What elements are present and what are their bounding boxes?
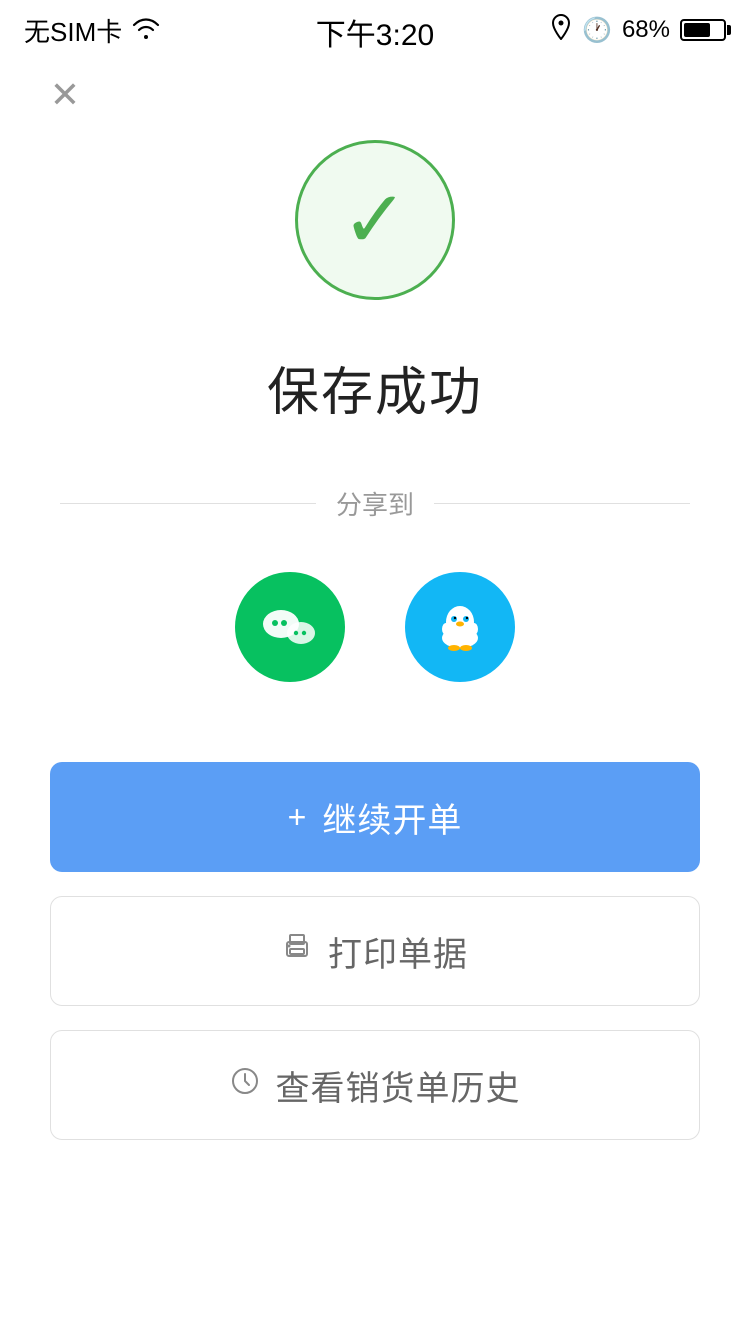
- status-right: 🕐 68%: [550, 14, 726, 47]
- history-button[interactable]: 查看销货单历史: [50, 1030, 700, 1140]
- wechat-share-button[interactable]: [235, 572, 345, 682]
- carrier-text: 无SIM卡: [24, 12, 122, 49]
- main-content: ✓ 保存成功 分享到: [0, 60, 750, 1140]
- continue-button[interactable]: + 继续开单: [50, 762, 700, 872]
- history-icon: [230, 1066, 260, 1104]
- share-icons: [60, 572, 690, 682]
- history-label: 查看销货单历史: [276, 1061, 521, 1110]
- location-icon: [550, 14, 572, 47]
- plus-icon: +: [288, 799, 307, 836]
- wifi-icon: [132, 15, 160, 46]
- status-left: 无SIM卡: [24, 12, 160, 49]
- continue-label: 继续开单: [322, 793, 462, 842]
- battery-icon: [680, 19, 726, 41]
- qq-icon: [429, 596, 491, 658]
- close-button[interactable]: ✕: [40, 70, 90, 120]
- check-icon: ✓: [341, 180, 408, 260]
- success-title: 保存成功: [267, 350, 483, 425]
- alarm-icon: 🕐: [582, 16, 612, 45]
- share-section: 分享到: [0, 485, 750, 682]
- share-divider: 分享到: [60, 485, 690, 522]
- action-buttons: + 继续开单 打印单据 查看销货单历史: [0, 762, 750, 1140]
- wechat-icon: [255, 592, 325, 662]
- status-time: 下午3:20: [316, 10, 434, 54]
- battery-percent: 68%: [622, 16, 670, 44]
- divider-line-right: [434, 503, 690, 504]
- divider-line-left: [60, 503, 316, 504]
- print-button[interactable]: 打印单据: [50, 896, 700, 1006]
- close-icon: ✕: [50, 74, 80, 116]
- success-circle: ✓: [295, 140, 455, 300]
- print-label: 打印单据: [328, 927, 468, 976]
- print-icon: [282, 932, 312, 970]
- status-bar: 无SIM卡 下午3:20 🕐 68%: [0, 0, 750, 60]
- share-label: 分享到: [336, 485, 414, 522]
- qq-share-button[interactable]: [405, 572, 515, 682]
